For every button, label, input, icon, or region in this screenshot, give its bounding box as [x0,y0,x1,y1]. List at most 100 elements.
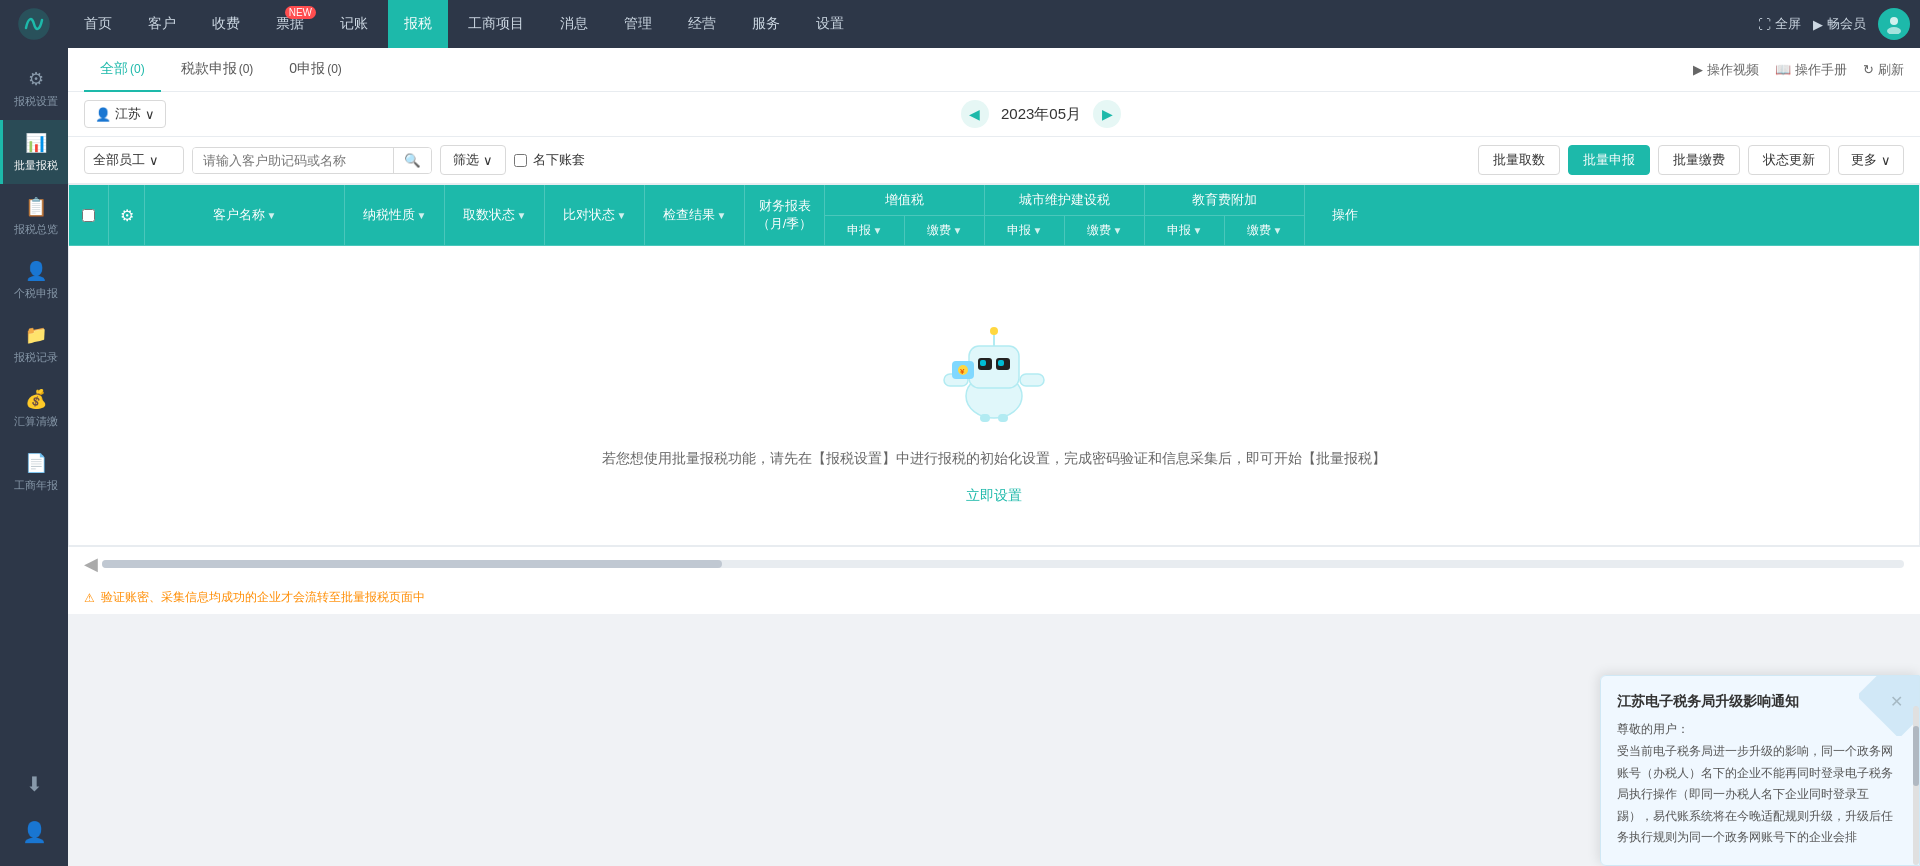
empty-description: 若您想使用批量报税功能，请先在【报税设置】中进行报税的初始化设置，完成密码验证和… [602,446,1386,471]
data-table: ⚙ 客户名称 ▼ 纳税性质 ▼ 取数状态 ▼ 比对状态 ▼ [68,184,1920,546]
sidebar-item-tax-summary[interactable]: 📋 报税总览 [0,184,68,248]
sidebar-item-personal-tax[interactable]: 👤 个税申报 [0,248,68,312]
tax-nature-sort-icon: ▼ [417,210,427,221]
th-vat-declare: 申报 ▼ [825,216,905,245]
nav-accounting[interactable]: 记账 [324,0,384,48]
sidebar-download[interactable]: ⬇ [0,762,68,806]
account-checkbox[interactable] [514,154,527,167]
scroll-thumb [102,560,722,568]
th-vat-pay: 缴费 ▼ [905,216,984,245]
warning-icon: ⚠ [84,591,95,605]
tab-zero-declare[interactable]: 0申报 (0) [273,48,357,92]
op-manual-link[interactable]: 📖 操作手册 [1775,61,1847,79]
sidebar-item-batch-tax[interactable]: 📊 批量报税 [0,120,68,184]
city-declare-sort: ▼ [1033,225,1043,236]
svg-rect-16 [980,414,990,422]
nav-right: ⛶ 全屏 ▶ 畅会员 [1758,8,1910,40]
select-all-checkbox[interactable] [82,209,95,222]
staff-select[interactable]: 全部员工 ∨ [84,146,184,174]
top-navigation: 首页 客户 收费 票据 NEW 记账 报税 工商项目 消息 管理 经营 服务 设… [0,0,1920,48]
nav-business[interactable]: 工商项目 [452,0,540,48]
sidebar-item-tax-records[interactable]: 📁 报税记录 [0,312,68,376]
sub-navigation: 全部 (0) 税款申报 (0) 0申报 (0) ▶ 操作视频 📖 操作手册 ↻ … [68,48,1920,92]
notification-body: 尊敬的用户： 受当前电子税务局进一步升级的影响，同一个政务网账号（办税人）名下的… [1617,719,1903,849]
search-button[interactable]: 🔍 [393,148,431,173]
more-button[interactable]: 更多 ∨ [1838,145,1904,175]
sidebar-item-clearance[interactable]: 💰 汇算清缴 [0,376,68,440]
svg-rect-12 [1020,374,1044,386]
compare-sort-icon: ▼ [617,210,627,221]
nav-settings[interactable]: 设置 [800,0,860,48]
nav-services[interactable]: 服务 [736,0,796,48]
sidebar: ⚙ 报税设置 📊 批量报税 📋 报税总览 👤 个税申报 📁 报税记录 💰 汇算清… [0,48,68,866]
tab-all[interactable]: 全部 (0) [84,48,161,92]
vat-declare-sort: ▼ [873,225,883,236]
svg-text:¥: ¥ [960,367,965,376]
province-select[interactable]: 👤 江苏 ∨ [84,100,166,128]
next-month-button[interactable]: ▶ [1093,100,1121,128]
nav-tax[interactable]: 报税 [388,0,448,48]
name-sort-icon: ▼ [267,210,277,221]
scroll-left-arrow[interactable]: ◀ [84,553,98,575]
th-action: 操作 [1305,185,1385,245]
sidebar-user[interactable]: 👤 [0,810,68,854]
sidebar-item-annual-report[interactable]: 📄 工商年报 [0,440,68,504]
nav-home[interactable]: 首页 [68,0,128,48]
user-avatar[interactable] [1878,8,1910,40]
check-sort-icon: ▼ [717,210,727,221]
th-city-pay: 缴费 ▼ [1065,216,1144,245]
refresh-link[interactable]: ↻ 刷新 [1863,61,1904,79]
th-gear[interactable]: ⚙ [109,185,145,245]
vat-pay-sort: ▼ [953,225,963,236]
table-header-row1: ⚙ 客户名称 ▼ 纳税性质 ▼ 取数状态 ▼ 比对状态 ▼ [69,185,1919,246]
staff-chevron-icon: ∨ [149,153,159,168]
th-edu-fee-group: 教育费附加 申报 ▼ 缴费 ▼ [1145,185,1305,245]
th-city-declare: 申报 ▼ [985,216,1065,245]
nav-operation[interactable]: 经营 [672,0,732,48]
notification-title: 江苏电子税务局升级影响通知 [1617,693,1799,711]
nav-invoice[interactable]: 票据 NEW [260,0,320,48]
th-customer-name: 客户名称 ▼ [145,185,345,245]
batch-pay-button[interactable]: 批量缴费 [1658,145,1740,175]
fullscreen-icon: ⛶ [1758,17,1771,32]
nav-management[interactable]: 管理 [608,0,668,48]
th-fin-report-group: 财务报表（月/季） [745,185,825,245]
member-icon: ▶ [1813,17,1823,32]
scroll-track[interactable] [102,560,1904,568]
sub-nav-right: ▶ 操作视频 📖 操作手册 ↻ 刷新 [1693,61,1904,79]
filter-button[interactable]: 筛选 ∨ [440,145,506,175]
batch-fetch-button[interactable]: 批量取数 [1478,145,1560,175]
nav-billing[interactable]: 收费 [196,0,256,48]
nav-customer[interactable]: 客户 [132,0,192,48]
th-edu-declare: 申报 ▼ [1145,216,1225,245]
th-tax-nature: 纳税性质 ▼ [345,185,445,245]
setup-link[interactable]: 立即设置 [966,487,1022,505]
th-vat-group: 增值税 申报 ▼ 缴费 ▼ [825,185,985,245]
status-update-button[interactable]: 状态更新 [1748,145,1830,175]
video-icon: ▶ [1693,62,1703,77]
batch-declare-button[interactable]: 批量申报 [1568,145,1650,175]
manual-icon: 📖 [1775,62,1791,77]
member-button[interactable]: ▶ 畅会员 [1813,15,1866,33]
search-input[interactable] [193,148,393,173]
filter-chevron-icon: ∨ [483,153,493,168]
empty-state: ¥ 若您想使用批量报税功能，请先在【报税设置】中进行报税的初始化设置，完成密码验… [69,246,1919,545]
province-chevron-icon: ∨ [145,107,155,122]
prev-month-button[interactable]: ◀ [961,100,989,128]
toolbar-right: 批量取数 批量申报 批量缴费 状态更新 更多 ∨ [1478,145,1904,175]
more-chevron-icon: ∨ [1881,153,1891,168]
op-video-link[interactable]: ▶ 操作视频 [1693,61,1759,79]
th-check-result: 检查结果 ▼ [645,185,745,245]
tax-summary-icon: 📋 [25,196,47,218]
account-checkbox-label[interactable]: 名下账套 [514,151,585,169]
province-icon: 👤 [95,107,111,122]
nav-messages[interactable]: 消息 [544,0,604,48]
tab-tax-declare[interactable]: 税款申报 (0) [165,48,270,92]
search-box: 🔍 [192,147,432,174]
toolbar: 全部员工 ∨ 🔍 筛选 ∨ 名下账套 批量取数 批量申报 批量缴费 状态更新 更… [68,137,1920,184]
fullscreen-button[interactable]: ⛶ 全屏 [1758,15,1801,33]
sidebar-bottom: ⬇ 👤 [0,762,68,866]
app-logo[interactable] [10,0,58,48]
sidebar-item-tax-settings[interactable]: ⚙ 报税设置 [0,56,68,120]
th-checkbox[interactable] [69,185,109,245]
